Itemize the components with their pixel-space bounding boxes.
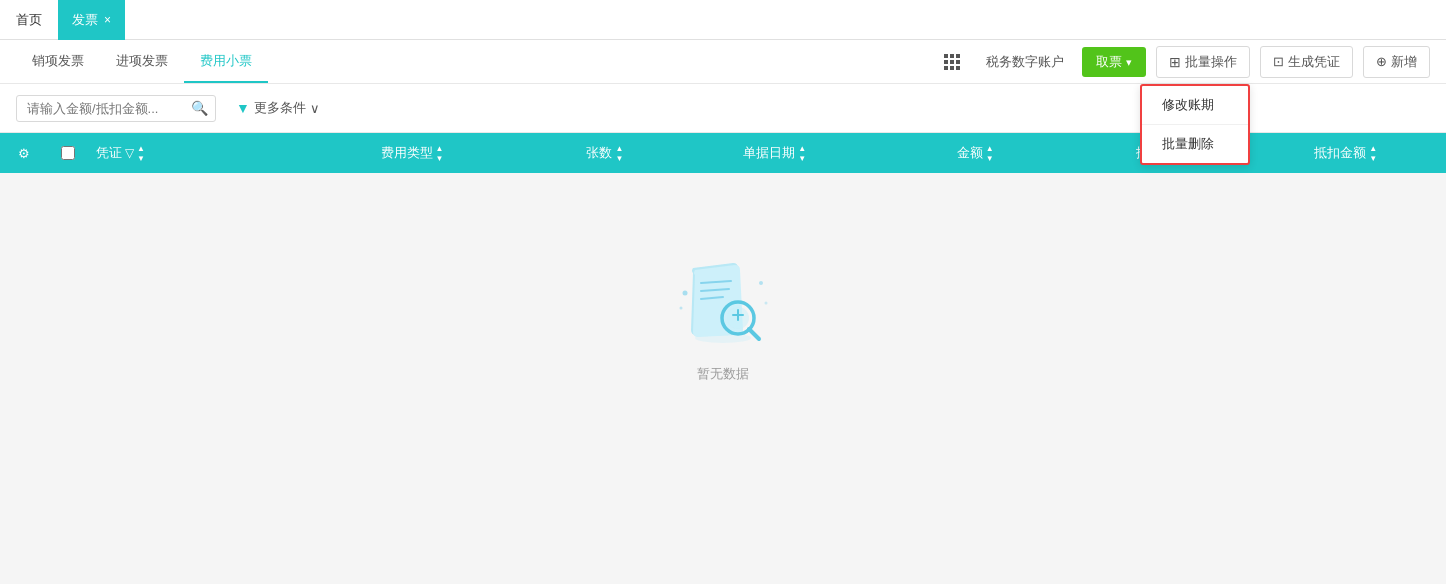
th-date-sort[interactable]: ▲ ▼: [798, 144, 806, 163]
take-ticket-button[interactable]: 取票: [1082, 47, 1146, 77]
th-count[interactable]: 张数 ▲ ▼: [535, 144, 674, 163]
filter-icon: ▼: [236, 100, 250, 116]
home-tab[interactable]: 首页: [0, 0, 58, 40]
th-date[interactable]: 单据日期 ▲ ▼: [674, 144, 875, 163]
tab-purchase-invoice[interactable]: 进项发票: [100, 40, 184, 83]
batch-op-button[interactable]: ⊞ 批量操作: [1156, 46, 1250, 78]
gear-icon: ⚙: [18, 146, 30, 161]
sub-nav: 销项发票 进项发票 费用小票 税务数字账户 取票 ⊞ 批量操作 修改账期: [0, 40, 1446, 84]
sort-down-icon: ▼: [137, 154, 145, 163]
sub-nav-tabs: 销项发票 进项发票 费用小票: [16, 40, 268, 83]
search-input[interactable]: [16, 95, 216, 122]
top-nav: 首页 发票 ×: [0, 0, 1446, 40]
sort-up-icon: ▲: [615, 144, 623, 153]
invoice-tab[interactable]: 发票 ×: [58, 0, 125, 40]
tab-sales-invoice[interactable]: 销项发票: [16, 40, 100, 83]
batch-icon: ⊞: [1169, 54, 1181, 70]
take-ticket-chevron-icon: [1126, 54, 1132, 69]
close-tab-icon[interactable]: ×: [104, 13, 111, 27]
th-date-label: 单据日期: [743, 144, 795, 162]
add-icon: ⊕: [1376, 54, 1387, 69]
batch-op-label: 批量操作: [1185, 53, 1237, 71]
sort-down-icon: ▼: [615, 154, 623, 163]
more-conditions-button[interactable]: ▼ 更多条件 ∨: [228, 94, 328, 122]
more-conditions-chevron-icon: ∨: [310, 101, 320, 116]
empty-state-icon: [663, 253, 783, 353]
th-expense-type-label: 费用类型: [381, 144, 433, 162]
empty-state: 暂无数据: [0, 173, 1446, 423]
th-count-label: 张数: [586, 144, 612, 162]
sort-up-icon: ▲: [1369, 144, 1377, 153]
th-voucher[interactable]: 凭证 ▽ ▲ ▼: [88, 144, 289, 163]
svg-point-10: [680, 307, 683, 310]
empty-state-text: 暂无数据: [697, 365, 749, 383]
gen-voucher-label: 生成凭证: [1288, 53, 1340, 71]
th-voucher-sort[interactable]: ▲ ▼: [137, 144, 145, 163]
more-conditions-label: 更多条件: [254, 99, 306, 117]
sort-up-icon: ▲: [986, 144, 994, 153]
sort-down-icon: ▼: [436, 154, 444, 163]
sort-up-icon: ▲: [436, 144, 444, 153]
take-ticket-label: 取票: [1096, 53, 1122, 71]
batch-op-wrapper: ⊞ 批量操作 修改账期 批量删除: [1156, 46, 1250, 78]
th-gear[interactable]: ⚙: [0, 146, 48, 161]
sort-down-icon: ▼: [798, 154, 806, 163]
select-all-checkbox[interactable]: [61, 146, 75, 160]
svg-point-9: [683, 291, 688, 296]
gen-voucher-button[interactable]: ⊡ 生成凭证: [1260, 46, 1353, 78]
add-button[interactable]: ⊕ 新增: [1363, 46, 1430, 78]
qr-code-button[interactable]: [936, 46, 968, 78]
th-amount-sort[interactable]: ▲ ▼: [986, 144, 994, 163]
sort-up-icon: ▲: [798, 144, 806, 153]
th-deduction-amount-label: 抵扣金额: [1314, 144, 1366, 162]
search-icon[interactable]: 🔍: [191, 100, 208, 116]
batch-op-dropdown: 修改账期 批量删除: [1140, 84, 1250, 165]
th-deduction-amount[interactable]: 抵扣金额 ▲ ▼: [1245, 144, 1446, 163]
th-count-sort[interactable]: ▲ ▼: [615, 144, 623, 163]
modify-period-item[interactable]: 修改账期: [1142, 86, 1248, 124]
invoice-tab-label: 发票: [72, 11, 98, 29]
th-amount-label: 金额: [957, 144, 983, 162]
th-voucher-filter-icon: ▽: [125, 146, 134, 160]
th-expense-type[interactable]: 费用类型 ▲ ▼: [289, 144, 536, 163]
th-expense-type-sort[interactable]: ▲ ▼: [436, 144, 444, 163]
sort-down-icon: ▼: [986, 154, 994, 163]
gen-voucher-icon: ⊡: [1273, 54, 1284, 69]
search-wrap: 🔍: [16, 95, 216, 122]
svg-point-11: [759, 281, 763, 285]
add-label: 新增: [1391, 53, 1417, 71]
th-checkbox[interactable]: [48, 146, 88, 160]
tab-expense-receipt[interactable]: 费用小票: [184, 40, 268, 83]
sort-up-icon: ▲: [137, 144, 145, 153]
th-deduction-amount-sort[interactable]: ▲ ▼: [1369, 144, 1377, 163]
batch-delete-item[interactable]: 批量删除: [1142, 125, 1248, 163]
th-voucher-label: 凭证: [96, 144, 122, 162]
svg-point-12: [765, 302, 768, 305]
sub-nav-actions: 税务数字账户 取票 ⊞ 批量操作 修改账期 批量删除 ⊡ 生成凭证 ⊕ 新增: [936, 46, 1430, 78]
sort-down-icon: ▼: [1369, 154, 1377, 163]
qr-grid-icon: [944, 54, 960, 70]
th-amount[interactable]: 金额 ▲ ▼: [875, 144, 1076, 163]
tax-account-button[interactable]: 税务数字账户: [978, 53, 1072, 71]
